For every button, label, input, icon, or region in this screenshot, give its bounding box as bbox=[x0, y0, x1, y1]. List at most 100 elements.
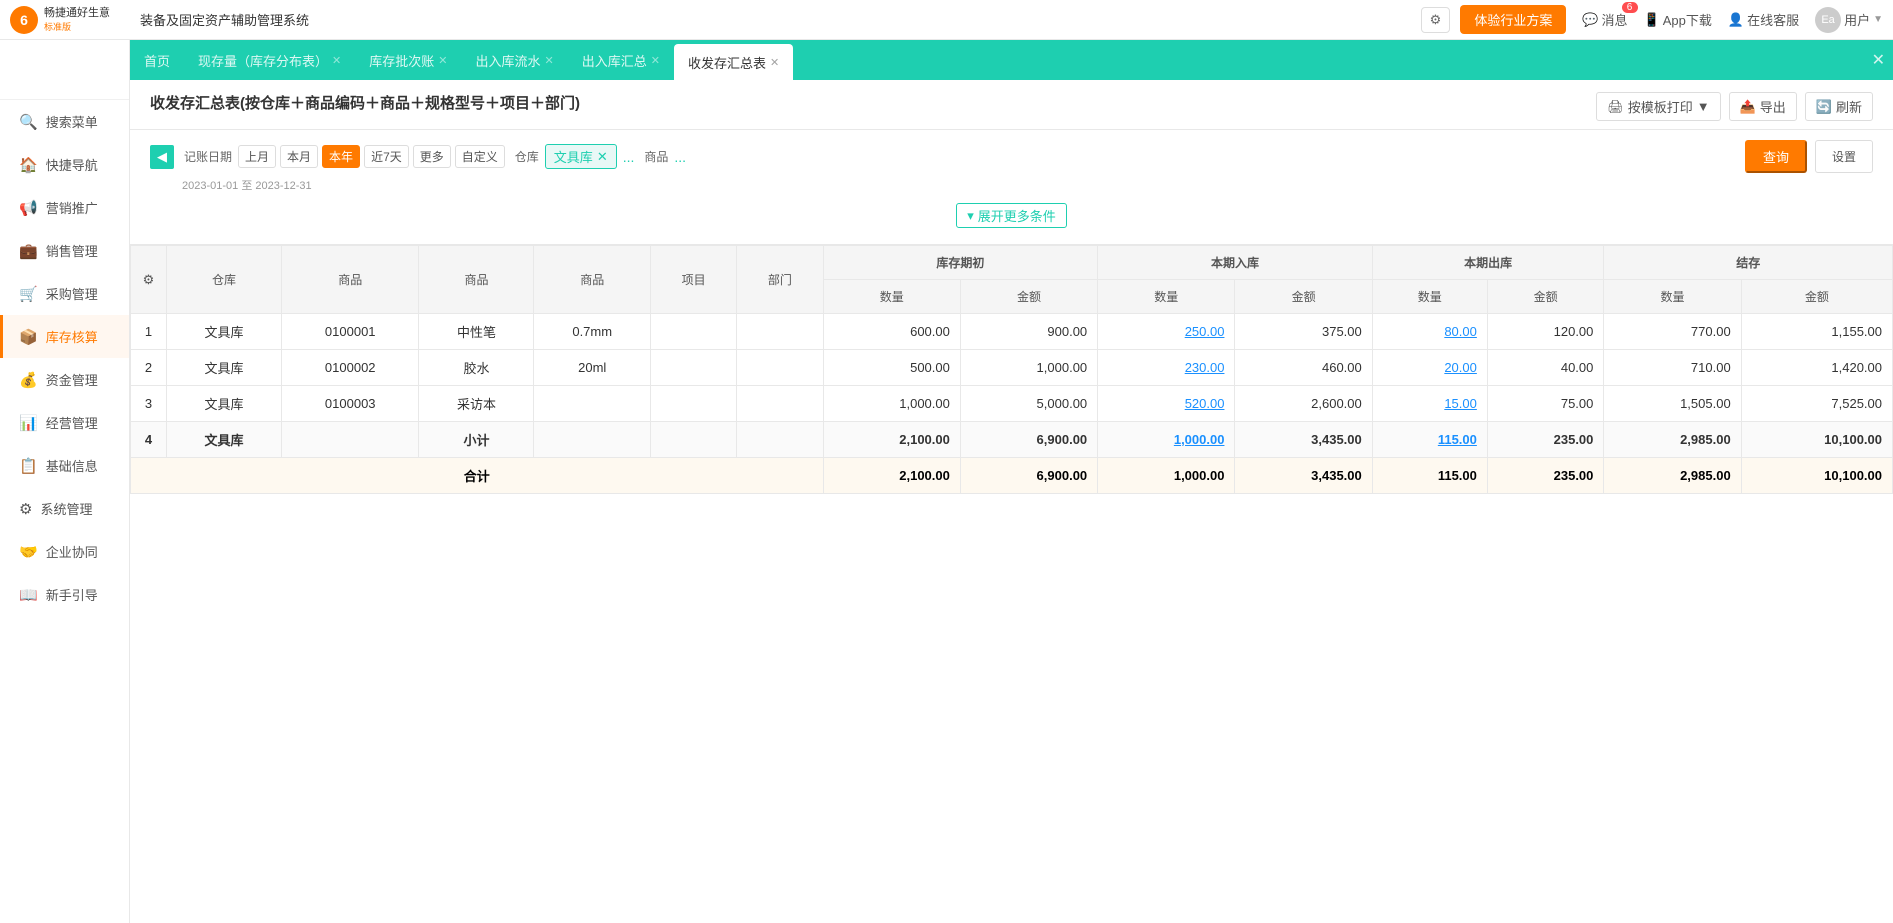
close-icon[interactable]: ✕ bbox=[545, 54, 554, 67]
row-in-qty[interactable]: 250.00 bbox=[1098, 314, 1235, 350]
close-icon[interactable]: ✕ bbox=[651, 54, 660, 67]
row-warehouse: 文具库 bbox=[167, 386, 282, 422]
row-in-qty-link[interactable]: 520.00 bbox=[1185, 396, 1225, 411]
date-btn-custom[interactable]: 自定义 bbox=[455, 145, 505, 168]
close-icon[interactable]: ✕ bbox=[438, 54, 447, 67]
row-code: 0100001 bbox=[282, 314, 419, 350]
date-btn-7days[interactable]: 近7天 bbox=[364, 145, 409, 168]
row-spec: 20ml bbox=[534, 350, 650, 386]
col-settings-header[interactable]: ⚙ bbox=[131, 246, 167, 314]
sidebar-item-purchase[interactable]: 🛒 采购管理 bbox=[0, 272, 129, 315]
row-in-qty-link[interactable]: 1,000.00 bbox=[1174, 432, 1225, 447]
close-icon[interactable]: ✕ bbox=[770, 56, 779, 69]
row-out-qty[interactable]: 80.00 bbox=[1372, 314, 1487, 350]
tab-label: 首页 bbox=[144, 51, 170, 70]
sidebar-item-marketing[interactable]: 📢 营销推广 bbox=[0, 186, 129, 229]
date-btn-this-month[interactable]: 本月 bbox=[280, 145, 318, 168]
settings-icon[interactable]: ⚙ bbox=[143, 272, 155, 287]
sidebar-item-collab[interactable]: 🤝 企业协同 bbox=[0, 530, 129, 573]
col-warehouse-header: 仓库 bbox=[167, 246, 282, 314]
row-warehouse: 文具库 bbox=[167, 350, 282, 386]
row-no: 2 bbox=[131, 350, 167, 386]
row-in-qty[interactable]: 230.00 bbox=[1098, 350, 1235, 386]
tab-home[interactable]: 首页 bbox=[130, 40, 184, 80]
row-in-qty[interactable]: 520.00 bbox=[1098, 386, 1235, 422]
date-filter-group: 记账日期 上月 本月 本年 近7天 更多 自定义 bbox=[184, 145, 505, 168]
close-all-icon[interactable]: ✕ bbox=[1872, 50, 1885, 70]
briefcase-icon: 💼 bbox=[19, 242, 38, 260]
row-out-qty[interactable]: 15.00 bbox=[1372, 386, 1487, 422]
tab-summary[interactable]: 出入库汇总 ✕ bbox=[568, 40, 674, 80]
row-out-qty-link[interactable]: 80.00 bbox=[1444, 324, 1477, 339]
row-out-qty-link[interactable]: 15.00 bbox=[1444, 396, 1477, 411]
sidebar-item-search[interactable]: 🔍 搜索菜单 bbox=[0, 100, 129, 143]
app-download-action[interactable]: 📱 App下载 bbox=[1644, 10, 1712, 29]
tab-batch[interactable]: 库存批次账 ✕ bbox=[355, 40, 461, 80]
warehouse-ellipsis[interactable]: ... bbox=[623, 149, 635, 165]
message-action[interactable]: 💬 消息 6 bbox=[1582, 10, 1627, 29]
expand-label: 展开更多条件 bbox=[978, 206, 1056, 225]
print-button[interactable]: 🖨 按模板打印 ▼ bbox=[1596, 92, 1720, 121]
row-in-qty-link[interactable]: 250.00 bbox=[1185, 324, 1225, 339]
logo-badge: 标准版 bbox=[44, 20, 110, 33]
settings-button[interactable]: 设置 bbox=[1815, 140, 1873, 173]
remove-warehouse-icon[interactable]: ✕ bbox=[597, 149, 608, 165]
online-service-action[interactable]: 👤 在线客服 bbox=[1728, 10, 1799, 29]
row-out-qty[interactable]: 115.00 bbox=[1372, 422, 1487, 458]
row-bal-qty: 2,985.00 bbox=[1604, 422, 1741, 458]
tab-inventory-dist[interactable]: 现存量（库存分布表） ✕ bbox=[184, 40, 355, 80]
row-out-qty[interactable]: 20.00 bbox=[1372, 350, 1487, 386]
row-spec: 0.7mm bbox=[534, 314, 650, 350]
sidebar-item-operations[interactable]: 📊 经营管理 bbox=[0, 401, 129, 444]
row-spec bbox=[534, 422, 650, 458]
sidebar-item-shortcut[interactable]: 🏠 快捷导航 bbox=[0, 143, 129, 186]
row-warehouse: 文具库 bbox=[167, 422, 282, 458]
tab-label: 出入库流水 bbox=[475, 51, 540, 70]
expand-more-btn[interactable]: ▾ 展开更多条件 bbox=[956, 203, 1067, 228]
col-open-qty-header: 数量 bbox=[823, 280, 960, 314]
refresh-button[interactable]: 🔄 刷新 bbox=[1805, 92, 1873, 121]
warehouse-label: 仓库 bbox=[515, 148, 539, 165]
sidebar-item-basic-info[interactable]: 📋 基础信息 bbox=[0, 444, 129, 487]
sidebar-item-guide[interactable]: 📖 新手引导 bbox=[0, 573, 129, 616]
warehouse-tag[interactable]: 文具库 ✕ bbox=[545, 144, 617, 169]
user-action[interactable]: Ea 用户 ▼ bbox=[1815, 7, 1883, 33]
row-out-qty-link[interactable]: 20.00 bbox=[1444, 360, 1477, 375]
sidebar-menu: 🔍 搜索菜单 🏠 快捷导航 📢 营销推广 💼 销售管理 🛒 采购管 bbox=[0, 100, 129, 923]
table-row: 4文具库小计2,100.006,900.001,000.003,435.0011… bbox=[131, 422, 1893, 458]
tab-bar: 首页 现存量（库存分布表） ✕ 库存批次账 ✕ 出入库流水 ✕ 出入库汇总 ✕ bbox=[130, 40, 1893, 80]
row-in-qty[interactable]: 1,000.00 bbox=[1098, 422, 1235, 458]
tab-flow[interactable]: 出入库流水 ✕ bbox=[461, 40, 567, 80]
logo-area: 6 畅捷通好生意 标准版 bbox=[10, 6, 140, 34]
date-btn-more[interactable]: 更多 bbox=[413, 145, 451, 168]
tab-label: 库存批次账 bbox=[369, 51, 434, 70]
row-out-amt: 120.00 bbox=[1487, 314, 1604, 350]
row-bal-qty: 1,505.00 bbox=[1604, 386, 1741, 422]
sidebar-item-finance[interactable]: 💰 资金管理 bbox=[0, 358, 129, 401]
footer-in-amt: 3,435.00 bbox=[1235, 458, 1372, 494]
row-in-qty-link[interactable]: 230.00 bbox=[1185, 360, 1225, 375]
tab-recv-send[interactable]: 收发存汇总表 ✕ bbox=[674, 44, 793, 80]
sidebar-item-system[interactable]: ⚙ 系统管理 bbox=[0, 487, 129, 530]
export-button[interactable]: 📤 导出 bbox=[1729, 92, 1797, 121]
date-range-display: 2023-01-01 至 2023-12-31 bbox=[182, 180, 312, 192]
date-btn-this-year[interactable]: 本年 bbox=[322, 145, 360, 168]
sidebar-item-label: 新手引导 bbox=[46, 585, 98, 604]
gear-icon: ⚙ bbox=[19, 500, 32, 518]
query-button[interactable]: 查询 bbox=[1745, 140, 1807, 173]
row-code: 0100002 bbox=[282, 350, 419, 386]
collapse-btn[interactable]: ◀ bbox=[150, 145, 174, 169]
gear-button[interactable]: ⚙ bbox=[1421, 7, 1451, 33]
close-icon[interactable]: ✕ bbox=[332, 54, 341, 67]
sidebar-item-sales[interactable]: 💼 销售管理 bbox=[0, 229, 129, 272]
product-label: 商品 bbox=[644, 148, 668, 165]
row-bal-qty: 770.00 bbox=[1604, 314, 1741, 350]
sidebar-item-label: 系统管理 bbox=[40, 499, 92, 518]
sidebar-item-inventory[interactable]: 📦 库存核算 bbox=[0, 315, 129, 358]
table-container: ⚙ 仓库 商品 商品 商品 项目 部门 库存期初 本期入库 本期出库 bbox=[130, 245, 1893, 923]
logo-text: 畅捷通好生意 bbox=[44, 6, 110, 20]
product-ellipsis[interactable]: ... bbox=[674, 149, 686, 165]
try-button[interactable]: 体验行业方案 bbox=[1460, 5, 1566, 34]
date-btn-last-month[interactable]: 上月 bbox=[238, 145, 276, 168]
row-out-qty-link[interactable]: 115.00 bbox=[1438, 432, 1477, 447]
